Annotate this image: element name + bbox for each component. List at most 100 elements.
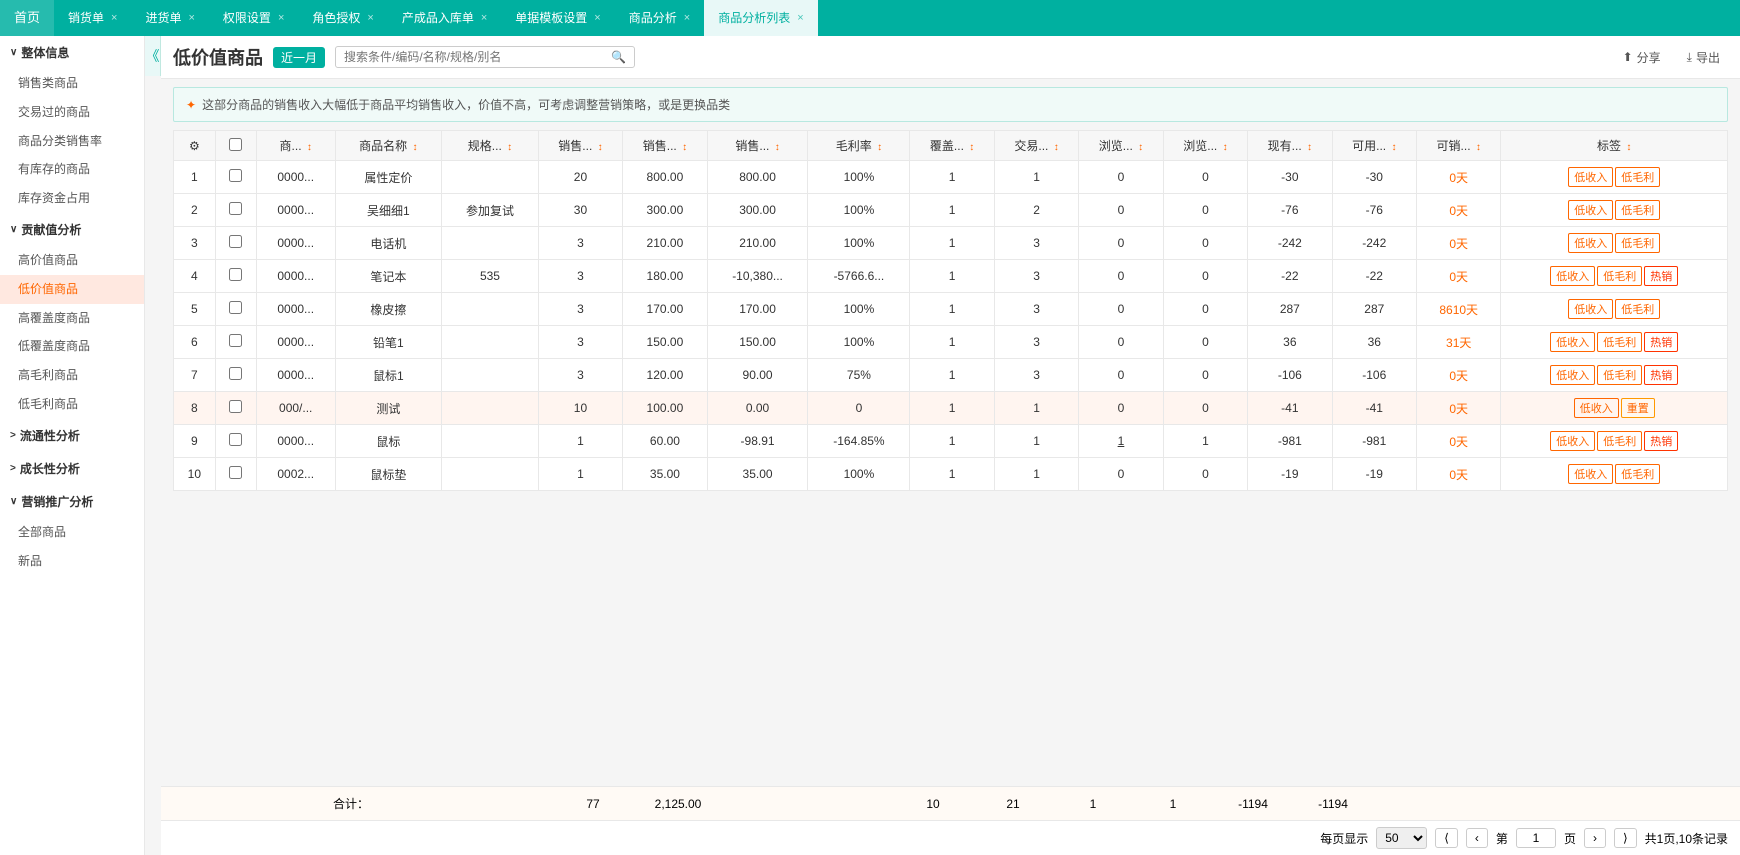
nav-close-icon[interactable]: × bbox=[684, 0, 690, 36]
row-checkbox[interactable] bbox=[229, 433, 242, 446]
cell-trade: 1 bbox=[994, 392, 1078, 425]
row-checkbox[interactable] bbox=[229, 268, 242, 281]
col-browse1[interactable]: 浏览... ↕ bbox=[1079, 131, 1163, 161]
sidebar-item-stock-products[interactable]: 有库存的商品 bbox=[0, 155, 144, 184]
cell-checkbox[interactable] bbox=[215, 359, 256, 392]
sidebar-item-low-profit[interactable]: 低毛利商品 bbox=[0, 390, 144, 419]
nav-close-icon[interactable]: × bbox=[481, 0, 487, 36]
row-checkbox[interactable] bbox=[229, 367, 242, 380]
cell-checkbox[interactable] bbox=[215, 326, 256, 359]
nav-product-inbound[interactable]: 产成品入库单 × bbox=[388, 0, 501, 36]
row-checkbox[interactable] bbox=[229, 334, 242, 347]
col-name[interactable]: 商品名称 ↕ bbox=[335, 131, 442, 161]
first-page-button[interactable]: ⟨ bbox=[1435, 828, 1458, 848]
nav-sales-order[interactable]: 销货单 × bbox=[54, 0, 131, 36]
search-input[interactable] bbox=[344, 50, 611, 64]
sidebar-item-category-sales[interactable]: 商品分类销售率 bbox=[0, 127, 144, 156]
col-coverage[interactable]: 覆盖... ↕ bbox=[910, 131, 994, 161]
nav-close-icon[interactable]: × bbox=[594, 0, 600, 36]
nav-close-icon[interactable]: × bbox=[278, 0, 284, 36]
search-icon[interactable]: 🔍 bbox=[611, 50, 626, 64]
col-stock2[interactable]: 可用... ↕ bbox=[1332, 131, 1416, 161]
col-stock1[interactable]: 现有... ↕ bbox=[1248, 131, 1332, 161]
cell-browse1[interactable]: 0 bbox=[1079, 194, 1163, 227]
sidebar-section-circulation[interactable]: > 流通性分析 bbox=[0, 419, 144, 452]
nav-product-analysis[interactable]: 商品分析 × bbox=[615, 0, 704, 36]
col-tags[interactable]: 标签 ↕ bbox=[1501, 131, 1728, 161]
cell-browse1[interactable]: 0 bbox=[1079, 161, 1163, 194]
sidebar-item-low-value[interactable]: 低价值商品 bbox=[0, 275, 144, 304]
sidebar-item-low-coverage[interactable]: 低覆盖度商品 bbox=[0, 332, 144, 361]
cell-browse1[interactable]: 0 bbox=[1079, 260, 1163, 293]
nav-role-auth[interactable]: 角色授权 × bbox=[298, 0, 387, 36]
cell-browse1[interactable]: 0 bbox=[1079, 293, 1163, 326]
period-badge[interactable]: 近一月 bbox=[273, 47, 325, 68]
cell-checkbox[interactable] bbox=[215, 161, 256, 194]
tag-hot: 热销 bbox=[1644, 266, 1678, 286]
col-qty[interactable]: 销售... ↕ bbox=[538, 131, 622, 161]
sidebar-section-growth[interactable]: > 成长性分析 bbox=[0, 452, 144, 485]
table-row: 4 0000... 笔记本 535 3 180.00 -10,380... -5… bbox=[174, 260, 1728, 293]
prev-page-button[interactable]: ‹ bbox=[1466, 828, 1488, 848]
row-checkbox[interactable] bbox=[229, 301, 242, 314]
sidebar-item-stock-funds[interactable]: 库存资金占用 bbox=[0, 184, 144, 213]
col-sales1[interactable]: 销售... ↕ bbox=[623, 131, 707, 161]
sidebar-section-marketing[interactable]: ∨ 营销推广分析 bbox=[0, 485, 144, 518]
nav-close-icon[interactable]: × bbox=[188, 0, 194, 36]
row-checkbox[interactable] bbox=[229, 466, 242, 479]
share-button[interactable]: ⬆ 分享 bbox=[1615, 45, 1669, 70]
select-all-checkbox[interactable] bbox=[229, 138, 242, 151]
nav-close-icon[interactable]: × bbox=[797, 0, 803, 36]
sidebar-collapse-button[interactable]: 《 bbox=[145, 36, 161, 76]
last-page-button[interactable]: ⟩ bbox=[1614, 828, 1637, 848]
cell-browse1[interactable]: 0 bbox=[1079, 227, 1163, 260]
cell-browse1[interactable]: 0 bbox=[1079, 359, 1163, 392]
nav-template[interactable]: 单据模板设置 × bbox=[501, 0, 614, 36]
col-sales2[interactable]: 销售... ↕ bbox=[707, 131, 808, 161]
sidebar-item-all-products[interactable]: 全部商品 bbox=[0, 518, 144, 547]
sidebar-item-sales-products[interactable]: 销售类商品 bbox=[0, 69, 144, 98]
row-checkbox[interactable] bbox=[229, 202, 242, 215]
sidebar-section-contribution[interactable]: ∨ 贡献值分析 bbox=[0, 213, 144, 246]
col-browse2[interactable]: 浏览... ↕ bbox=[1163, 131, 1247, 161]
cell-checkbox[interactable] bbox=[215, 227, 256, 260]
nav-close-icon[interactable]: × bbox=[367, 0, 373, 36]
sidebar-item-high-coverage[interactable]: 高覆盖度商品 bbox=[0, 304, 144, 333]
nav-product-analysis-list[interactable]: 商品分析列表 × bbox=[704, 0, 817, 36]
col-code[interactable]: 商... ↕ bbox=[256, 131, 335, 161]
sidebar-item-traded-products[interactable]: 交易过的商品 bbox=[0, 98, 144, 127]
col-checkbox[interactable] bbox=[215, 131, 256, 161]
cell-browse1[interactable]: 0 bbox=[1079, 392, 1163, 425]
sidebar-item-high-profit[interactable]: 高毛利商品 bbox=[0, 361, 144, 390]
cell-checkbox[interactable] bbox=[215, 194, 256, 227]
cell-checkbox[interactable] bbox=[215, 425, 256, 458]
row-checkbox[interactable] bbox=[229, 169, 242, 182]
col-spec[interactable]: 规格... ↕ bbox=[442, 131, 539, 161]
page-number-input[interactable] bbox=[1516, 828, 1556, 848]
cell-checkbox[interactable] bbox=[215, 293, 256, 326]
cell-browse1[interactable]: 1 bbox=[1079, 425, 1163, 458]
col-days[interactable]: 可销... ↕ bbox=[1417, 131, 1501, 161]
cell-checkbox[interactable] bbox=[215, 392, 256, 425]
tag-label: 低收入 bbox=[1568, 464, 1613, 484]
sidebar-section-general[interactable]: ∨ 整体信息 bbox=[0, 36, 144, 69]
col-trade[interactable]: 交易... ↕ bbox=[994, 131, 1078, 161]
export-button[interactable]: ⤓ 导出 bbox=[1679, 45, 1728, 70]
nav-close-icon[interactable]: × bbox=[111, 0, 117, 36]
page-size-select[interactable]: 50 100 200 bbox=[1376, 827, 1427, 849]
cell-browse1[interactable]: 0 bbox=[1079, 458, 1163, 491]
nav-home[interactable]: 首页 bbox=[0, 0, 54, 36]
col-settings[interactable]: ⚙ bbox=[174, 131, 216, 161]
cell-checkbox[interactable] bbox=[215, 260, 256, 293]
cell-stock1: 287 bbox=[1248, 293, 1332, 326]
cell-browse1[interactable]: 0 bbox=[1079, 326, 1163, 359]
nav-purchase-order[interactable]: 进货单 × bbox=[131, 0, 208, 36]
row-checkbox[interactable] bbox=[229, 400, 242, 413]
next-page-button[interactable]: › bbox=[1584, 828, 1606, 848]
cell-checkbox[interactable] bbox=[215, 458, 256, 491]
sidebar-item-high-value[interactable]: 高价值商品 bbox=[0, 246, 144, 275]
row-checkbox[interactable] bbox=[229, 235, 242, 248]
col-profit[interactable]: 毛利率 ↕ bbox=[808, 131, 910, 161]
sidebar-item-new-products[interactable]: 新品 bbox=[0, 547, 144, 576]
nav-permission[interactable]: 权限设置 × bbox=[209, 0, 298, 36]
